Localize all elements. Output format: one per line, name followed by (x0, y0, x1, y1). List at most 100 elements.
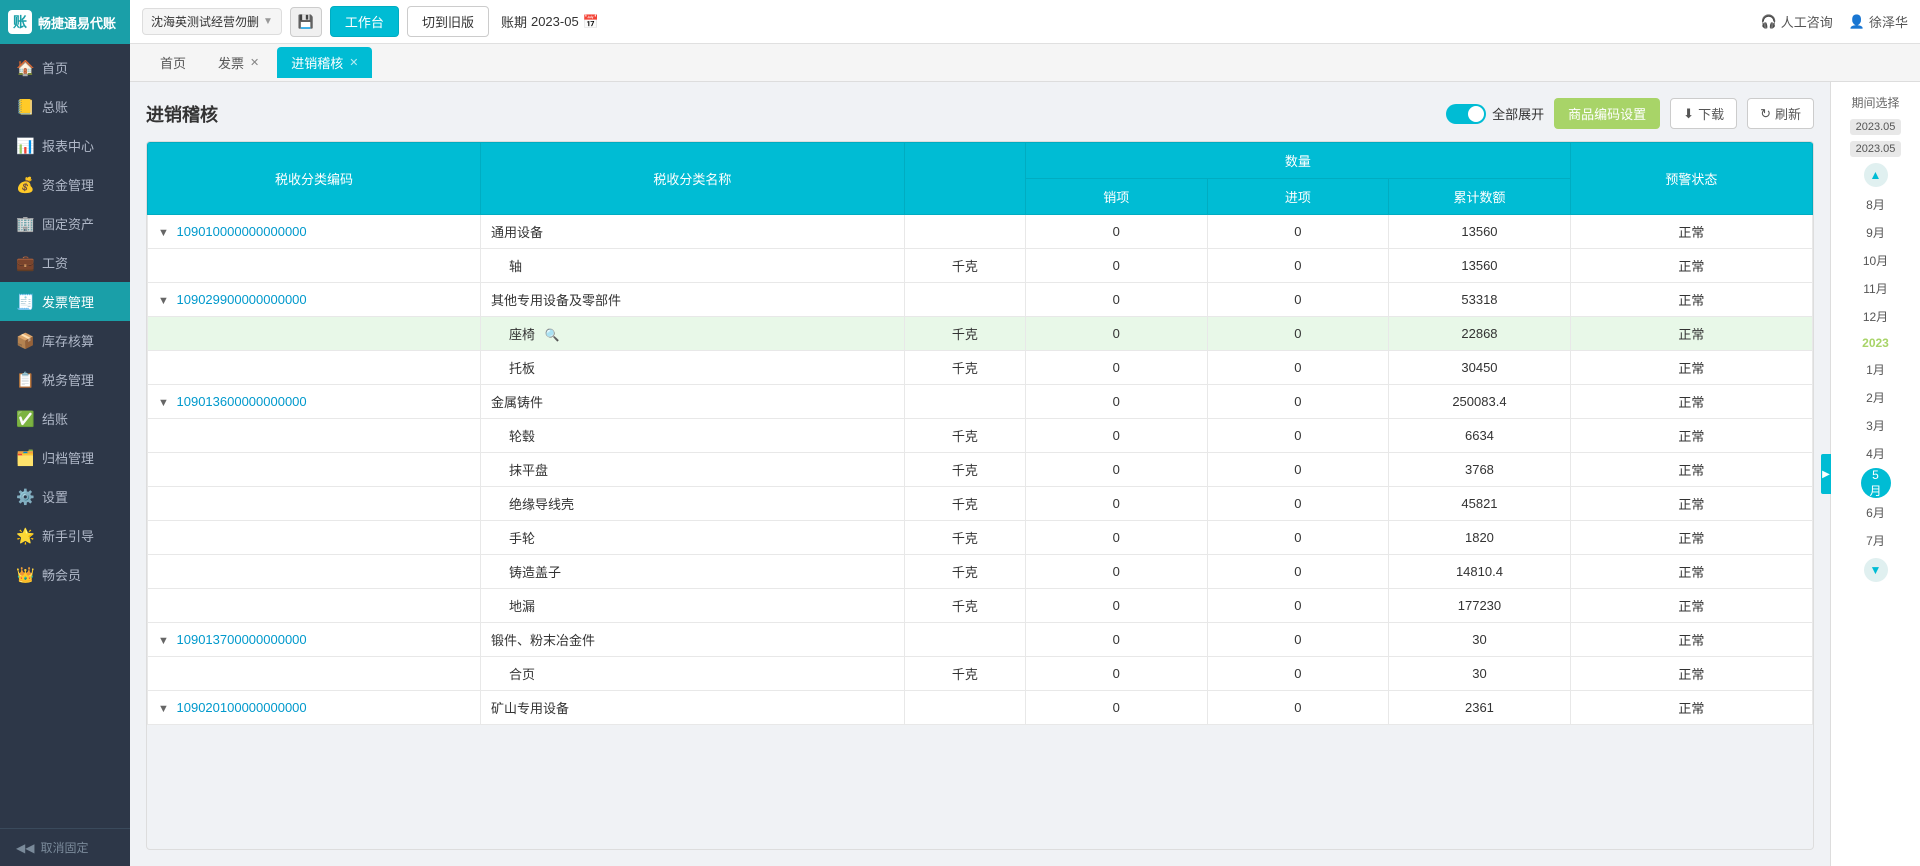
sidebar-item-tax[interactable]: 📋 税务管理 (0, 360, 130, 399)
product-code-button[interactable]: 商品编码设置 (1554, 98, 1660, 129)
col-quantity-group: 数量 (1025, 143, 1570, 179)
cell-sale: 0 (1025, 419, 1207, 453)
headset-icon: 🎧 (1761, 14, 1777, 30)
download-button[interactable]: ⬇ 下载 (1670, 98, 1737, 129)
cell-name: 轴 (481, 249, 905, 283)
funds-icon: 💰 (16, 176, 34, 194)
cell-name: 轮毂 (481, 419, 905, 453)
tab-home[interactable]: 首页 (146, 47, 200, 78)
month-3[interactable]: 3月 (1837, 412, 1914, 439)
company-selector[interactable]: 沈海英测试经营勿删 ▼ (142, 8, 282, 35)
tab-check-close[interactable]: ✕ (349, 56, 358, 69)
toggle-expand-switch[interactable] (1446, 104, 1486, 124)
cell-unit: 千克 (904, 453, 1025, 487)
old-version-button[interactable]: 切到旧版 (407, 6, 489, 37)
cell-purchase: 0 (1207, 453, 1389, 487)
expand-icon[interactable]: ▼ (158, 227, 169, 239)
sidebar-item-assets[interactable]: 🏢 固定资产 (0, 204, 130, 243)
scroll-up-button[interactable]: ▲ (1864, 163, 1888, 187)
period-tags-2: 2023.05 (1846, 139, 1906, 159)
cell-unit: 千克 (904, 419, 1025, 453)
sidebar-item-ledger[interactable]: 📒 总账 (0, 87, 130, 126)
panel-collapse-button[interactable]: ▶ (1821, 454, 1831, 494)
sidebar-item-settlement[interactable]: ✅ 结账 (0, 399, 130, 438)
table-row: 轴 千克 0 0 13560 正常 (148, 249, 1813, 283)
sidebar-label-settings: 设置 (42, 487, 68, 506)
save-button[interactable]: 💾 (290, 7, 322, 37)
calendar-icon[interactable]: 📅 (583, 14, 599, 30)
cell-unit: 千克 (904, 521, 1025, 555)
sidebar-unpin[interactable]: ◀◀ 取消固定 (0, 828, 130, 866)
sidebar-label-guide: 新手引导 (42, 526, 94, 545)
tab-invoice[interactable]: 发票 ✕ (204, 47, 273, 78)
sidebar-item-archive[interactable]: 🗂️ 归档管理 (0, 438, 130, 477)
sidebar-item-settings[interactable]: ⚙️ 设置 (0, 477, 130, 516)
company-name: 沈海英测试经营勿删 (151, 13, 259, 30)
month-11[interactable]: 11月 (1837, 275, 1914, 302)
cell-sale: 0 (1025, 521, 1207, 555)
month-list: 8月 9月 10月 11月 12月 2023 1月 2月 3月 4月 5月 6月… (1831, 191, 1920, 554)
app-name: 畅捷通易代账 (38, 13, 116, 32)
refresh-button[interactable]: ↻ 刷新 (1747, 98, 1814, 129)
sidebar-item-guide[interactable]: 🌟 新手引导 (0, 516, 130, 555)
cell-status: 正常 (1570, 453, 1812, 487)
period-tag-2[interactable]: 2023.05 (1850, 141, 1902, 157)
month-4[interactable]: 4月 (1837, 440, 1914, 467)
cell-name: 合页 (481, 657, 905, 691)
tab-check[interactable]: 进销稽核 ✕ (277, 47, 372, 78)
cell-unit: 千克 (904, 317, 1025, 351)
cell-code (148, 419, 481, 453)
tab-invoice-close[interactable]: ✕ (250, 56, 259, 69)
table-row: ▼ 109020100000000000 矿山专用设备 0 0 2361 正常 (148, 691, 1813, 725)
expand-icon[interactable]: ▼ (158, 397, 169, 409)
cell-total: 22868 (1389, 317, 1571, 351)
sidebar-item-invoices[interactable]: 🧾 发票管理 (0, 282, 130, 321)
month-9[interactable]: 9月 (1837, 219, 1914, 246)
sidebar-label-invoices: 发票管理 (42, 292, 94, 311)
year-2023: 2023 (1837, 331, 1914, 355)
month-10[interactable]: 10月 (1837, 247, 1914, 274)
month-1[interactable]: 1月 (1837, 356, 1914, 383)
table-row: 铸造盖子 千克 0 0 14810.4 正常 (148, 555, 1813, 589)
cell-code (148, 589, 481, 623)
month-2[interactable]: 2月 (1837, 384, 1914, 411)
cell-purchase: 0 (1207, 657, 1389, 691)
cell-code (148, 249, 481, 283)
cell-status: 正常 (1570, 521, 1812, 555)
cell-total: 30 (1389, 623, 1571, 657)
expand-icon[interactable]: ▼ (158, 295, 169, 307)
sidebar-item-member[interactable]: 👑 畅会员 (0, 555, 130, 594)
month-6[interactable]: 6月 (1837, 499, 1914, 526)
data-table: 税收分类编码 税收分类名称 数量 预警状态 销项 进项 累计数额 (147, 142, 1813, 725)
month-12[interactable]: 12月 (1837, 303, 1914, 330)
sidebar-item-home[interactable]: 🏠 首页 (0, 48, 130, 87)
service-button[interactable]: 🎧 人工咨询 (1761, 12, 1833, 31)
cell-unit (904, 385, 1025, 419)
cell-total: 1820 (1389, 521, 1571, 555)
scroll-down-button[interactable]: ▼ (1864, 558, 1888, 582)
user-avatar-icon: 👤 (1849, 14, 1865, 30)
download-icon: ⬇ (1683, 106, 1694, 122)
period-tag-1[interactable]: 2023.05 (1850, 119, 1902, 135)
cell-total: 3768 (1389, 453, 1571, 487)
sidebar-item-payroll[interactable]: 💼 工资 (0, 243, 130, 282)
cell-code: ▼ 109029900000000000 (148, 283, 481, 317)
sidebar-label-ledger: 总账 (42, 97, 68, 116)
workbench-button[interactable]: 工作台 (330, 6, 399, 37)
sidebar-item-reports[interactable]: 📊 报表中心 (0, 126, 130, 165)
col-purchase: 进项 (1207, 179, 1389, 215)
cell-name: 通用设备 (481, 215, 905, 249)
cell-code: ▼ 109010000000000000 (148, 215, 481, 249)
sidebar-item-funds[interactable]: 💰 资金管理 (0, 165, 130, 204)
cell-code (148, 351, 481, 385)
user-info[interactable]: 👤 徐泽华 (1849, 12, 1908, 31)
table-row: 抹平盘 千克 0 0 3768 正常 (148, 453, 1813, 487)
cell-status: 正常 (1570, 215, 1812, 249)
expand-icon[interactable]: ▼ (158, 703, 169, 715)
sidebar-item-inventory[interactable]: 📦 库存核算 (0, 321, 130, 360)
month-8[interactable]: 8月 (1837, 191, 1914, 218)
month-5-current[interactable]: 5月 (1861, 468, 1891, 498)
expand-icon[interactable]: ▼ (158, 635, 169, 647)
cell-purchase: 0 (1207, 623, 1389, 657)
month-7[interactable]: 7月 (1837, 527, 1914, 554)
